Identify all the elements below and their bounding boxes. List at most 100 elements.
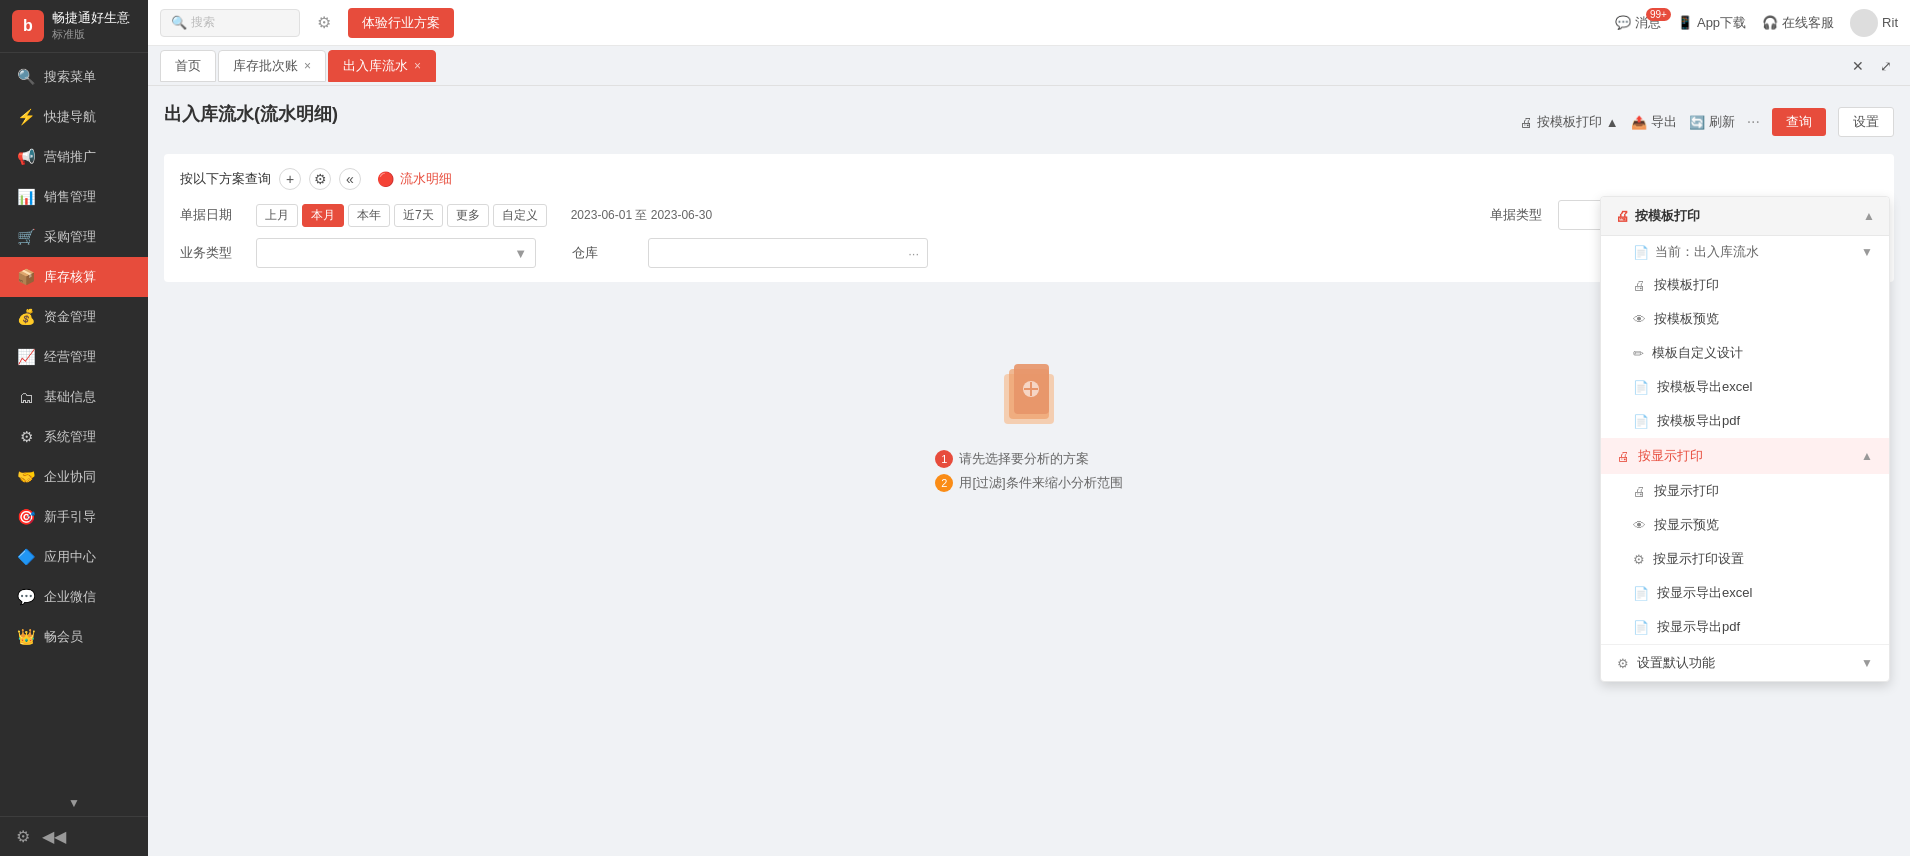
refresh-icon: 🔄 (1689, 115, 1705, 130)
topbar-search-box[interactable]: 🔍 搜索 (160, 9, 300, 37)
filter-settings-btn[interactable]: ⚙ (309, 168, 331, 190)
nav-icon-member: 👑 (16, 627, 36, 647)
nav-icon-purchase: 🛒 (16, 227, 36, 247)
nav-icon-wechat: 💬 (16, 587, 36, 607)
sidebar-collapse-btn[interactable]: ◀◀ (42, 827, 66, 846)
refresh-btn[interactable]: 🔄 刷新 (1689, 113, 1735, 131)
date-btn-more[interactable]: 更多 (447, 204, 489, 227)
date-btn-last_month[interactable]: 上月 (256, 204, 298, 227)
sidebar-item-sales[interactable]: 📊 销售管理 (0, 177, 148, 217)
tabs-bar: 首页库存批次账×出入库流水× ✕ ⤢ (148, 46, 1910, 86)
query-btn[interactable]: 查询 (1772, 108, 1826, 136)
dropdown-item-template_pdf[interactable]: 📄 按模板导出pdf (1601, 404, 1889, 438)
display-item-display_print[interactable]: 🖨 按显示打印 (1601, 474, 1889, 508)
nav-icon-shortcut: ⚡ (16, 107, 36, 127)
dropdown-item-template_print[interactable]: 🖨 按模板打印 (1601, 268, 1889, 302)
empty-illustration (989, 354, 1069, 434)
sidebar-bottom: ⚙ ◀◀ (0, 816, 148, 856)
sidebar-settings-btn[interactable]: ⚙ (16, 827, 30, 846)
tab-close-flow[interactable]: × (414, 59, 421, 73)
sidebar-item-newbie[interactable]: 🎯 新手引导 (0, 497, 148, 537)
dropdown-item-icon-template_custom: ✏ (1633, 346, 1644, 361)
display-section-header[interactable]: 🖨 按显示打印 ▲ (1601, 438, 1889, 474)
nav-label-appcenter: 应用中心 (44, 548, 96, 566)
nav-label-enterprise: 企业协同 (44, 468, 96, 486)
nav-icon-marketing: 📢 (16, 147, 36, 167)
sidebar-item-purchase[interactable]: 🛒 采购管理 (0, 217, 148, 257)
user-name: Rit (1882, 15, 1898, 30)
display-item-icon-display_pdf: 📄 (1633, 620, 1649, 635)
sidebar-item-search[interactable]: 🔍 搜索菜单 (0, 57, 148, 97)
date-btn-last7[interactable]: 近7天 (394, 204, 443, 227)
dropdown-collapse-btn[interactable]: ▲ (1863, 209, 1875, 223)
sidebar-item-system[interactable]: ⚙ 系统管理 (0, 417, 148, 457)
sidebar-item-inventory[interactable]: 📦 库存核算 (0, 257, 148, 297)
message-btn[interactable]: 💬 消息 99+ (1615, 14, 1661, 32)
page-header: 出入库流水(流水明细) 🖨 按模板打印 ▲ 📤 导出 🔄 刷新 ··· 查询 设… (164, 102, 1894, 142)
display-item-display_preview[interactable]: 👁 按显示预览 (1601, 508, 1889, 542)
nav-label-inventory: 库存核算 (44, 268, 96, 286)
tab-expand-btn[interactable]: ⤢ (1874, 54, 1898, 78)
export-btn[interactable]: 📤 导出 (1631, 113, 1677, 131)
date-btn-current_month[interactable]: 本月 (302, 204, 344, 227)
sidebar-item-shortcut[interactable]: ⚡ 快捷导航 (0, 97, 148, 137)
tab-batch[interactable]: 库存批次账× (218, 50, 326, 82)
filter-collapse-left-btn[interactable]: « (339, 168, 361, 190)
date-filter-label: 单据日期 (180, 206, 240, 224)
date-btn-custom[interactable]: 自定义 (493, 204, 547, 227)
app-logo-icon: b (12, 10, 44, 42)
nav-icon-newbie: 🎯 (16, 507, 36, 527)
display-items: 🖨 按显示打印 👁 按显示预览 ⚙ 按显示打印设置 📄 按显示导出excel 📄… (1601, 474, 1889, 644)
warehouse-select[interactable]: ··· (648, 238, 928, 268)
filter-add-btn[interactable]: + (279, 168, 301, 190)
settings-btn[interactable]: 设置 (1838, 107, 1894, 137)
tab-home[interactable]: 首页 (160, 50, 216, 82)
display-item-display_settings[interactable]: ⚙ 按显示打印设置 (1601, 542, 1889, 576)
export-icon: 📤 (1631, 115, 1647, 130)
display-item-display_pdf[interactable]: 📄 按显示导出pdf (1601, 610, 1889, 644)
sidebar-item-operation[interactable]: 📈 经营管理 (0, 337, 148, 377)
app-download-btn[interactable]: 📱 App下载 (1677, 14, 1746, 32)
display-item-label-display_print: 按显示打印 (1654, 482, 1719, 500)
sidebar-item-marketing[interactable]: 📢 营销推广 (0, 137, 148, 177)
user-avatar-area[interactable]: Rit (1850, 9, 1898, 37)
nav-icon-system: ⚙ (16, 427, 36, 447)
industry-btn[interactable]: 体验行业方案 (348, 8, 454, 38)
dropdown-item-icon-template_excel: 📄 (1633, 380, 1649, 395)
dropdown-items: 🖨 按模板打印 👁 按模板预览 ✏ 模板自定义设计 📄 按模板导出excel 📄… (1601, 268, 1889, 438)
sidebar-scroll-down[interactable]: ▼ (4, 794, 144, 812)
dropdown-item-template_excel[interactable]: 📄 按模板导出excel (1601, 370, 1889, 404)
sidebar-logo: b 畅捷通好生意 标准版 (0, 0, 148, 53)
sidebar-item-wechat[interactable]: 💬 企业微信 (0, 577, 148, 617)
warehouse-more-icon: ··· (908, 246, 919, 261)
display-item-display_excel[interactable]: 📄 按显示导出excel (1601, 576, 1889, 610)
dropdown-item-icon-template_preview: 👁 (1633, 312, 1646, 327)
tab-flow[interactable]: 出入库流水× (328, 50, 436, 82)
dropdown-print-icon: 🖨 (1615, 208, 1629, 224)
tab-close-batch[interactable]: × (304, 59, 311, 73)
online-service-btn[interactable]: 🎧 在线客服 (1762, 14, 1834, 32)
dropdown-item-label-template_preview: 按模板预览 (1654, 310, 1719, 328)
empty-step2: 2 用[过滤]条件来缩小分析范围 (935, 474, 1122, 492)
tab-close-btn[interactable]: ✕ (1846, 54, 1870, 78)
sidebar-item-member[interactable]: 👑 畅会员 (0, 617, 148, 657)
sidebar-item-basic[interactable]: 🗂 基础信息 (0, 377, 148, 417)
nav-label-basic: 基础信息 (44, 388, 96, 406)
nav-label-purchase: 采购管理 (44, 228, 96, 246)
dropdown-footer[interactable]: ⚙ 设置默认功能 ▼ (1601, 644, 1889, 681)
nav-icon-operation: 📈 (16, 347, 36, 367)
app-logo-text: 畅捷通好生意 标准版 (52, 10, 130, 41)
print-btn[interactable]: 🖨 按模板打印 ▲ (1520, 113, 1619, 131)
biz-type-select[interactable]: ▼ (256, 238, 536, 268)
topbar-gear-btn[interactable]: ⚙ (310, 9, 338, 37)
topbar-right: 💬 消息 99+ 📱 App下载 🎧 在线客服 Rit (1615, 9, 1898, 37)
dropdown-item-template_preview[interactable]: 👁 按模板预览 (1601, 302, 1889, 336)
sidebar: b 畅捷通好生意 标准版 🔍 搜索菜单 ⚡ 快捷导航 📢 营销推广 📊 销售管理… (0, 0, 148, 856)
sidebar-item-enterprise[interactable]: 🤝 企业协同 (0, 457, 148, 497)
date-btn-current_year[interactable]: 本年 (348, 204, 390, 227)
sidebar-item-appcenter[interactable]: 🔷 应用中心 (0, 537, 148, 577)
sidebar-item-finance[interactable]: 💰 资金管理 (0, 297, 148, 337)
header-more-icon[interactable]: ··· (1747, 113, 1760, 131)
dropdown-item-template_custom[interactable]: ✏ 模板自定义设计 (1601, 336, 1889, 370)
download-icon: 📱 (1677, 15, 1693, 30)
